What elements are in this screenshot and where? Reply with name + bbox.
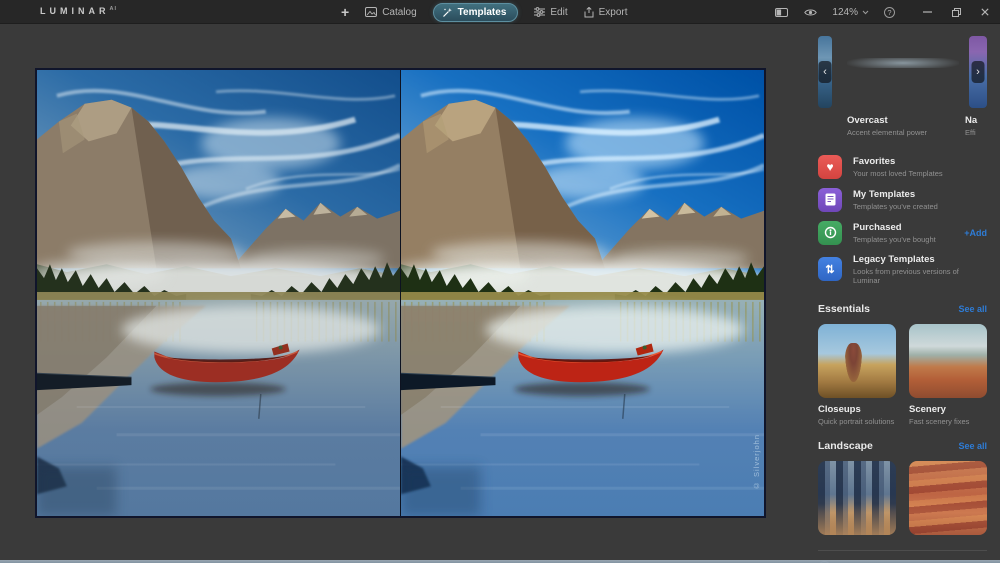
app-logo-sup: AI (110, 6, 118, 12)
my-templates-subtitle: Templates you've created (853, 202, 987, 211)
add-photos-button[interactable]: + (341, 5, 349, 19)
carousel-current-caption: Overcast Accent elemental power (847, 115, 965, 137)
essentials-title: Essentials (818, 303, 870, 315)
workspace: © Silverjohn ‹ › Overcast Accent element… (0, 24, 1000, 563)
carousel-current-thumb[interactable] (847, 36, 959, 108)
my-templates-title: My Templates (853, 189, 987, 200)
sunsets-thumbnail (909, 461, 987, 535)
scenery-subtitle: Fast scenery fixes (909, 417, 987, 426)
top-bar: LUMINARAI + Catalog Templates Edit (0, 0, 1000, 24)
chevron-left-icon[interactable]: ‹ (819, 61, 832, 83)
sidebar-item-legacy-templates[interactable]: ⇅ Legacy Templates Looks from previous v… (818, 249, 987, 289)
essentials-cards: Closeups Quick portrait solutions Scener… (818, 324, 987, 426)
main-nav: + Catalog Templates Edit (341, 0, 628, 24)
tab-export[interactable]: Export (584, 7, 628, 18)
carousel-captions: Overcast Accent elemental power Na Effi (818, 115, 987, 137)
topbar-right-controls: 124% ? (774, 0, 992, 24)
compare-before-after-icon[interactable] (774, 5, 788, 19)
card-sunsets[interactable]: Sunsets (909, 461, 987, 542)
chevron-down-icon (862, 7, 869, 18)
export-icon (584, 7, 594, 18)
app-logo-text: LUMINAR (40, 6, 110, 16)
purchased-title: Purchased (853, 222, 953, 233)
quick-preview-eye-icon[interactable] (803, 5, 817, 19)
landscape-see-all-link[interactable]: See all (958, 441, 987, 451)
up-down-arrows-icon: ⇅ (818, 257, 842, 281)
card-closeups[interactable]: Closeups Quick portrait solutions (818, 324, 896, 426)
zoom-level-control[interactable]: 124% (832, 7, 869, 18)
help-icon[interactable]: ? (884, 7, 895, 18)
sunsets-title: Sunsets (909, 541, 987, 542)
carousel-next-subtitle: Effi (965, 128, 987, 137)
carousel-next-caption: Na Effi (965, 115, 987, 137)
photo-before (37, 70, 401, 516)
closeups-subtitle: Quick portrait solutions (818, 417, 896, 426)
sidebar-item-my-templates[interactable]: My Templates Templates you've created (818, 183, 987, 216)
featured-template-carousel: ‹ › (818, 36, 987, 108)
landscape-section-header: Landscape See all (818, 440, 987, 452)
add-purchased-link[interactable]: +Add (964, 228, 987, 238)
carousel-prev-thumb[interactable]: ‹ (818, 36, 832, 108)
tab-edit[interactable]: Edit (534, 7, 567, 18)
chevron-right-icon[interactable]: › (972, 61, 985, 83)
tab-catalog-label: Catalog (382, 7, 416, 18)
tab-edit-label: Edit (550, 7, 567, 18)
sidebar-item-favorites[interactable]: ♥ Favorites Your most loved Templates (818, 150, 987, 183)
closeups-thumbnail (818, 324, 896, 398)
scenery-thumbnail (909, 324, 987, 398)
document-icon (818, 188, 842, 212)
carousel-next-title: Na (965, 115, 987, 126)
favorites-subtitle: Your most loved Templates (853, 169, 987, 178)
big-city-lights-title: Big City Lights (818, 541, 896, 542)
landscape-title: Landscape (818, 440, 873, 452)
legacy-templates-subtitle: Looks from previous versions of Luminar (853, 267, 987, 285)
landscape-cards: Big City Lights Sunsets (818, 461, 987, 542)
sliders-icon (534, 7, 545, 17)
card-big-city-lights[interactable]: Big City Lights (818, 461, 896, 542)
sidebar-divider (818, 550, 987, 551)
zoom-level-value: 124% (832, 7, 858, 18)
luminar-app-window: LUMINARAI + Catalog Templates Edit (0, 0, 1000, 563)
big-city-lights-thumbnail (818, 461, 896, 535)
heart-icon: ♥ (818, 155, 842, 179)
closeups-title: Closeups (818, 404, 896, 415)
magic-wand-icon (442, 7, 453, 18)
card-scenery[interactable]: Scenery Fast scenery fixes (909, 324, 987, 426)
favorites-title: Favorites (853, 156, 987, 167)
carousel-current-subtitle: Accent elemental power (847, 128, 965, 137)
tab-export-label: Export (599, 7, 628, 18)
sidebar-item-purchased[interactable]: Purchased Templates you've bought +Add (818, 216, 987, 249)
photo-watermark: © Silverjohn (752, 434, 761, 490)
price-tag-icon (818, 221, 842, 245)
carousel-next-thumb[interactable]: › (969, 36, 987, 108)
essentials-section-header: Essentials See all (818, 303, 987, 315)
templates-sidebar: ‹ › Overcast Accent elemental power Na E… (800, 24, 1000, 563)
tab-catalog[interactable]: Catalog (365, 7, 416, 18)
restore-window-icon[interactable] (949, 5, 963, 19)
catalog-icon (365, 7, 377, 17)
legacy-templates-title: Legacy Templates (853, 254, 987, 265)
essentials-see-all-link[interactable]: See all (958, 304, 987, 314)
main-photo-comparison: © Silverjohn (35, 68, 766, 518)
carousel-current-title: Overcast (847, 115, 965, 126)
photo-after: © Silverjohn (401, 70, 764, 516)
tab-templates-label: Templates (458, 7, 507, 18)
tab-templates[interactable]: Templates (433, 3, 519, 22)
app-logo: LUMINARAI (40, 6, 117, 16)
close-window-icon[interactable] (978, 5, 992, 19)
scenery-title: Scenery (909, 404, 987, 415)
purchased-subtitle: Templates you've bought (853, 235, 953, 244)
template-collections-list: ♥ Favorites Your most loved Templates My… (818, 150, 987, 289)
minimize-window-icon[interactable] (920, 5, 934, 19)
